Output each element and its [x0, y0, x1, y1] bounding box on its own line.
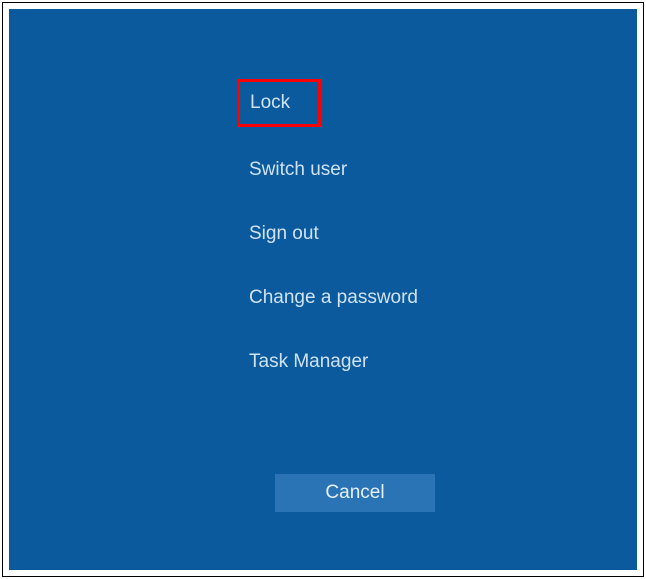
screenshot-frame: Lock Switch user Sign out Change a passw… — [2, 2, 644, 577]
task-manager-label: Task Manager — [249, 351, 368, 372]
sign-out-option[interactable]: Sign out — [239, 217, 329, 251]
change-password-label: Change a password — [249, 287, 418, 308]
change-password-option[interactable]: Change a password — [239, 281, 428, 315]
cancel-button[interactable]: Cancel — [275, 474, 435, 512]
security-options-list: Lock Switch user Sign out Change a passw… — [239, 79, 428, 409]
lock-option[interactable]: Lock — [237, 79, 321, 127]
switch-user-label: Switch user — [249, 159, 347, 180]
cancel-label: Cancel — [325, 482, 384, 504]
lock-label: Lock — [250, 92, 290, 113]
sign-out-label: Sign out — [249, 223, 319, 244]
task-manager-option[interactable]: Task Manager — [239, 345, 378, 379]
security-options-screen: Lock Switch user Sign out Change a passw… — [9, 9, 637, 570]
switch-user-option[interactable]: Switch user — [239, 153, 357, 187]
